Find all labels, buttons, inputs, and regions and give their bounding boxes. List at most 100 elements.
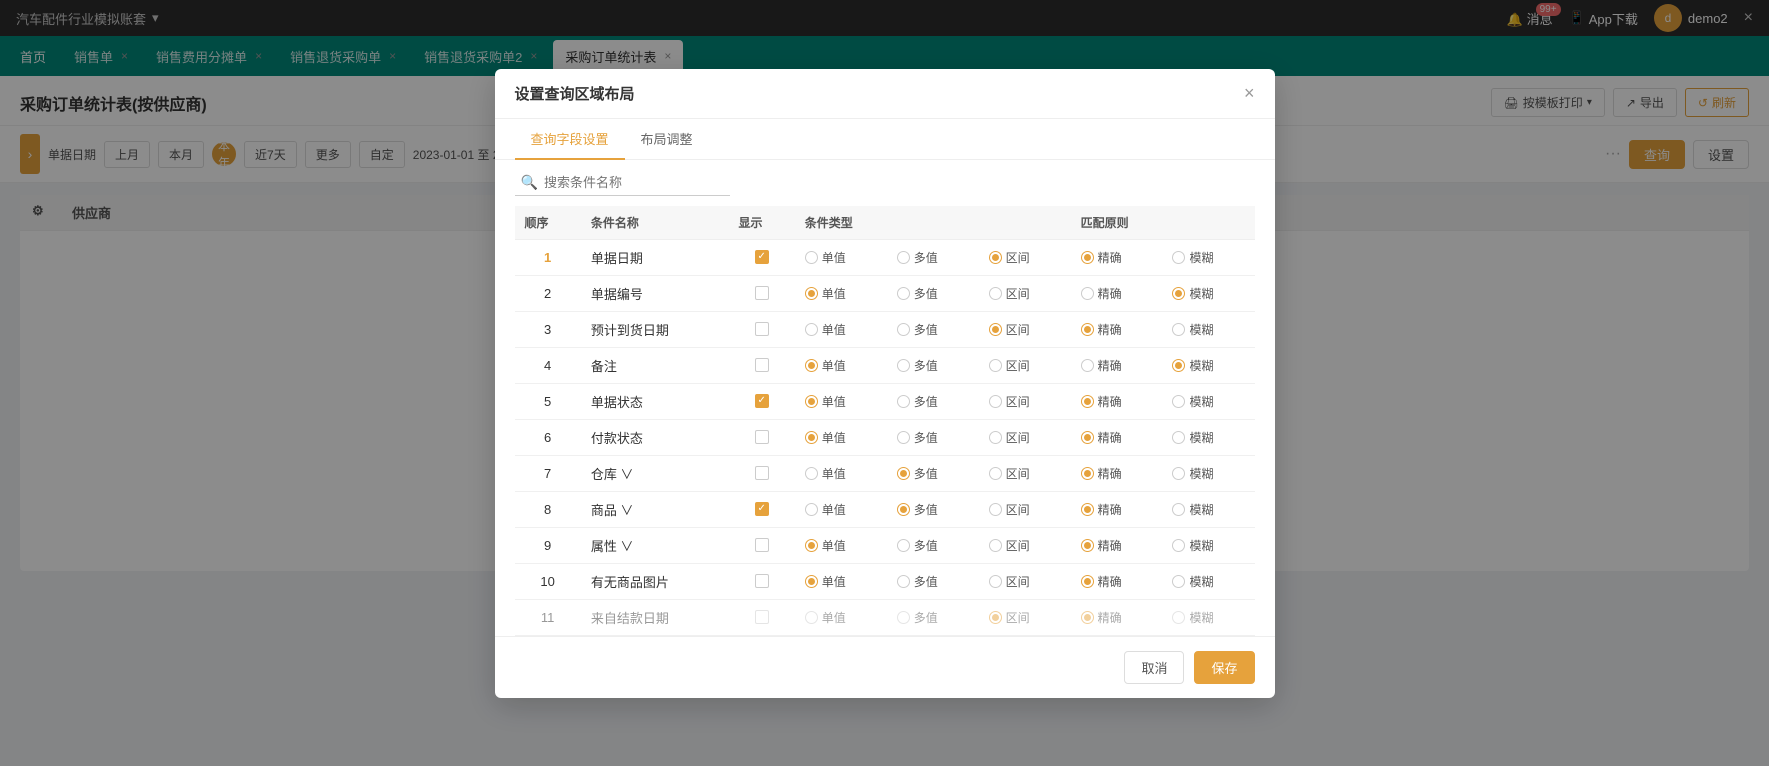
row-match-精确[interactable]: 精确 bbox=[1071, 239, 1163, 275]
row-match-模糊[interactable]: 模糊 bbox=[1162, 455, 1254, 491]
row-type-区间[interactable]: 区间 bbox=[979, 599, 1071, 635]
row-type-多值[interactable]: 多值 bbox=[887, 275, 979, 311]
row-display-cb[interactable] bbox=[728, 347, 794, 383]
row-match-模糊[interactable]: 模糊 bbox=[1162, 275, 1254, 311]
row-type-单值[interactable]: 单值 bbox=[795, 455, 887, 491]
table-row: 7仓库 ∨单值多值区间精确模糊 bbox=[515, 455, 1255, 491]
row-match-模糊[interactable]: 模糊 bbox=[1162, 419, 1254, 455]
tab-layout-adjust[interactable]: 布局调整 bbox=[625, 119, 709, 160]
row-match-模糊[interactable]: 模糊 bbox=[1162, 599, 1254, 635]
checkbox[interactable] bbox=[755, 358, 769, 372]
row-match-模糊[interactable]: 模糊 bbox=[1162, 383, 1254, 419]
row-type-多值[interactable]: 多值 bbox=[887, 527, 979, 563]
row-display-cb[interactable] bbox=[728, 455, 794, 491]
row-type-单值[interactable]: 单值 bbox=[795, 275, 887, 311]
row-type-多值[interactable]: 多值 bbox=[887, 491, 979, 527]
row-match-精确[interactable]: 精确 bbox=[1071, 347, 1163, 383]
modal-close-btn[interactable]: × bbox=[1244, 84, 1255, 102]
row-match-精确[interactable]: 精确 bbox=[1071, 599, 1163, 635]
checkbox[interactable] bbox=[755, 538, 769, 552]
row-match-模糊[interactable]: 模糊 bbox=[1162, 563, 1254, 599]
row-type-多值[interactable]: 多值 bbox=[887, 383, 979, 419]
table-row: 2单据编号单值多值区间精确模糊 bbox=[515, 275, 1255, 311]
radio-label: 多值 bbox=[914, 465, 938, 482]
checkbox[interactable] bbox=[755, 574, 769, 588]
row-type-多值[interactable]: 多值 bbox=[887, 419, 979, 455]
row-display-cb[interactable] bbox=[728, 491, 794, 527]
checkbox[interactable] bbox=[755, 502, 769, 516]
cancel-button[interactable]: 取消 bbox=[1124, 651, 1184, 684]
row-type-单值[interactable]: 单值 bbox=[795, 563, 887, 599]
row-type-多值[interactable]: 多值 bbox=[887, 563, 979, 599]
row-type-区间[interactable]: 区间 bbox=[979, 239, 1071, 275]
row-display-cb[interactable] bbox=[728, 419, 794, 455]
row-type-单值[interactable]: 单值 bbox=[795, 383, 887, 419]
checkbox[interactable] bbox=[755, 250, 769, 264]
row-type-区间[interactable]: 区间 bbox=[979, 311, 1071, 347]
radio-label: 精确 bbox=[1098, 321, 1122, 338]
th-order: 顺序 bbox=[515, 206, 581, 240]
row-type-单值[interactable]: 单值 bbox=[795, 311, 887, 347]
row-type-区间[interactable]: 区间 bbox=[979, 419, 1071, 455]
row-type-区间[interactable]: 区间 bbox=[979, 455, 1071, 491]
th-display: 显示 bbox=[728, 206, 794, 240]
row-match-模糊[interactable]: 模糊 bbox=[1162, 491, 1254, 527]
row-type-多值[interactable]: 多值 bbox=[887, 599, 979, 635]
row-type-多值[interactable]: 多值 bbox=[887, 311, 979, 347]
th-cond-type: 条件类型 bbox=[795, 206, 1071, 240]
row-display-cb[interactable] bbox=[728, 311, 794, 347]
checkbox[interactable] bbox=[755, 610, 769, 624]
row-display-cb[interactable] bbox=[728, 383, 794, 419]
row-type-多值[interactable]: 多值 bbox=[887, 455, 979, 491]
row-match-精确[interactable]: 精确 bbox=[1071, 455, 1163, 491]
search-input[interactable] bbox=[544, 175, 724, 190]
row-match-模糊[interactable]: 模糊 bbox=[1162, 347, 1254, 383]
row-type-单值[interactable]: 单值 bbox=[795, 419, 887, 455]
radio-label: 单值 bbox=[822, 537, 846, 554]
row-type-单值[interactable]: 单值 bbox=[795, 527, 887, 563]
row-type-单值[interactable]: 单值 bbox=[795, 347, 887, 383]
row-match-精确[interactable]: 精确 bbox=[1071, 275, 1163, 311]
row-match-模糊[interactable]: 模糊 bbox=[1162, 239, 1254, 275]
checkbox[interactable] bbox=[755, 394, 769, 408]
tab-query-fields[interactable]: 查询字段设置 bbox=[515, 119, 625, 160]
radio-circle bbox=[1081, 611, 1094, 624]
radio-circle bbox=[989, 323, 1002, 336]
row-type-多值[interactable]: 多值 bbox=[887, 239, 979, 275]
row-display-cb[interactable] bbox=[728, 239, 794, 275]
row-type-区间[interactable]: 区间 bbox=[979, 383, 1071, 419]
row-match-精确[interactable]: 精确 bbox=[1071, 311, 1163, 347]
row-display-cb[interactable] bbox=[728, 563, 794, 599]
row-type-区间[interactable]: 区间 bbox=[979, 491, 1071, 527]
row-type-区间[interactable]: 区间 bbox=[979, 527, 1071, 563]
checkbox[interactable] bbox=[755, 286, 769, 300]
radio-circle bbox=[1081, 575, 1094, 588]
row-display-cb[interactable] bbox=[728, 527, 794, 563]
row-type-区间[interactable]: 区间 bbox=[979, 347, 1071, 383]
row-match-模糊[interactable]: 模糊 bbox=[1162, 311, 1254, 347]
row-match-模糊[interactable]: 模糊 bbox=[1162, 527, 1254, 563]
row-match-精确[interactable]: 精确 bbox=[1071, 383, 1163, 419]
checkbox[interactable] bbox=[755, 322, 769, 336]
checkbox[interactable] bbox=[755, 430, 769, 444]
row-type-单值[interactable]: 单值 bbox=[795, 599, 887, 635]
row-type-单值[interactable]: 单值 bbox=[795, 491, 887, 527]
radio-circle bbox=[989, 575, 1002, 588]
row-match-精确[interactable]: 精确 bbox=[1071, 491, 1163, 527]
checkbox[interactable] bbox=[755, 466, 769, 480]
save-button[interactable]: 保存 bbox=[1194, 651, 1254, 684]
row-type-单值[interactable]: 单值 bbox=[795, 239, 887, 275]
radio-circle bbox=[1081, 251, 1094, 264]
row-match-精确[interactable]: 精确 bbox=[1071, 563, 1163, 599]
radio-circle bbox=[897, 287, 910, 300]
radio-circle bbox=[1172, 251, 1185, 264]
row-type-区间[interactable]: 区间 bbox=[979, 563, 1071, 599]
row-display-cb[interactable] bbox=[728, 599, 794, 635]
row-type-多值[interactable]: 多值 bbox=[887, 347, 979, 383]
radio-circle bbox=[1172, 359, 1185, 372]
row-cond-name: 单据状态 bbox=[581, 383, 729, 419]
row-match-精确[interactable]: 精确 bbox=[1071, 419, 1163, 455]
row-match-精确[interactable]: 精确 bbox=[1071, 527, 1163, 563]
row-display-cb[interactable] bbox=[728, 275, 794, 311]
row-type-区间[interactable]: 区间 bbox=[979, 275, 1071, 311]
